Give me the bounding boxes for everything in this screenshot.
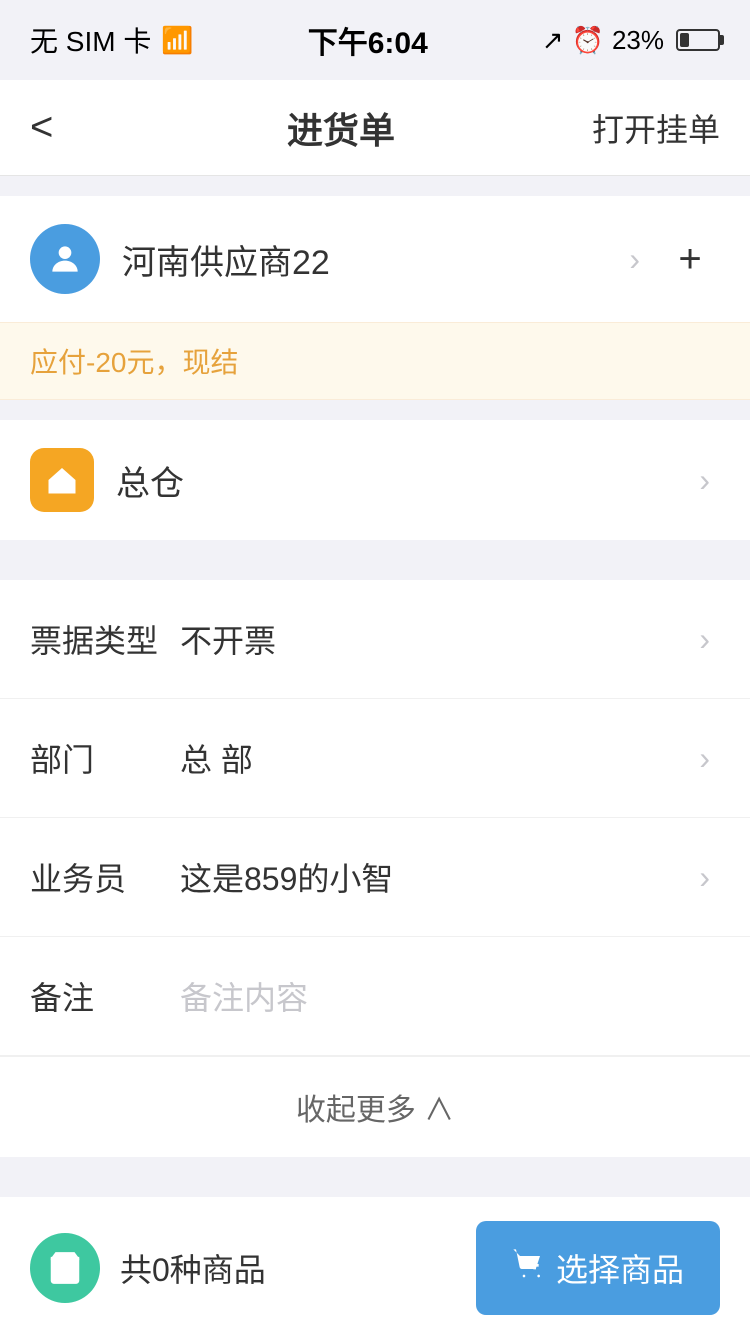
warehouse-row[interactable]: 总仓 › <box>0 420 750 540</box>
bottom-bar: 共0种商品 选择商品 <box>0 1197 750 1339</box>
supplier-section: 河南供应商22 › + 应付-20元，现结 <box>0 196 750 400</box>
open-pending-button[interactable]: 打开挂单 <box>592 105 720 151</box>
sales-row[interactable]: 业务员 这是859的小智 › <box>0 818 750 937</box>
time-label: 下午6:04 <box>308 18 428 62</box>
wifi-icon: 📶 <box>161 25 193 56</box>
department-label: 部门 <box>30 735 160 781</box>
collapse-row[interactable]: 收起更多 ∧ <box>0 1056 750 1157</box>
supplier-avatar <box>30 224 100 294</box>
divider-1 <box>0 400 750 420</box>
goods-icon <box>30 1233 100 1303</box>
carrier-label: 无 SIM 卡 <box>30 20 151 60</box>
status-bar: 无 SIM 卡 📶 下午6:04 ↗ ⏰ 23% <box>0 0 750 80</box>
invoice-chevron-icon: › <box>699 621 710 658</box>
back-button[interactable]: < <box>30 105 90 150</box>
goods-count-label: 共0种商品 <box>120 1245 456 1291</box>
select-goods-label: 选择商品 <box>556 1245 684 1291</box>
sales-label: 业务员 <box>30 854 160 900</box>
top-divider <box>0 176 750 196</box>
invoice-row[interactable]: 票据类型 不开票 › <box>0 580 750 699</box>
warehouse-icon <box>30 448 94 512</box>
divider-3 <box>0 1157 750 1177</box>
department-row[interactable]: 部门 总 部 › <box>0 699 750 818</box>
divider-2 <box>0 540 750 560</box>
status-left: 无 SIM 卡 📶 <box>30 20 194 60</box>
page-title: 进货单 <box>287 102 395 154</box>
add-supplier-button[interactable]: + <box>660 229 720 289</box>
nav-bar: < 进货单 打开挂单 <box>0 80 750 176</box>
notice-text: 应付-20元，现结 <box>30 347 238 378</box>
battery-percentage: 23% <box>612 25 664 56</box>
select-goods-button[interactable]: 选择商品 <box>476 1221 720 1315</box>
warehouse-section: 总仓 › <box>0 420 750 540</box>
remark-label: 备注 <box>30 973 160 1019</box>
battery-icon <box>676 29 720 51</box>
supplier-chevron-icon: › <box>629 241 640 278</box>
notice-bar: 应付-20元，现结 <box>0 322 750 400</box>
status-right: ↗ ⏰ 23% <box>542 25 720 56</box>
location-icon: ↗ <box>542 25 564 56</box>
supplier-name: 河南供应商22 <box>122 235 629 284</box>
warehouse-chevron-icon: › <box>699 462 710 499</box>
sales-chevron-icon: › <box>699 859 710 896</box>
remark-row[interactable]: 备注 备注内容 <box>0 937 750 1056</box>
invoice-value: 不开票 <box>180 616 699 662</box>
department-value: 总 部 <box>180 735 699 781</box>
department-chevron-icon: › <box>699 740 710 777</box>
remark-input[interactable]: 备注内容 <box>180 973 720 1019</box>
alarm-icon: ⏰ <box>572 25 604 56</box>
sales-value: 这是859的小智 <box>180 854 699 900</box>
invoice-label: 票据类型 <box>30 616 160 662</box>
collapse-label: 收起更多 ∧ <box>296 1085 454 1129</box>
cart-icon <box>512 1248 544 1288</box>
warehouse-name: 总仓 <box>116 456 699 505</box>
supplier-row[interactable]: 河南供应商22 › + <box>0 196 750 322</box>
form-section: 票据类型 不开票 › 部门 总 部 › 业务员 这是859的小智 › 备注 备注… <box>0 580 750 1157</box>
